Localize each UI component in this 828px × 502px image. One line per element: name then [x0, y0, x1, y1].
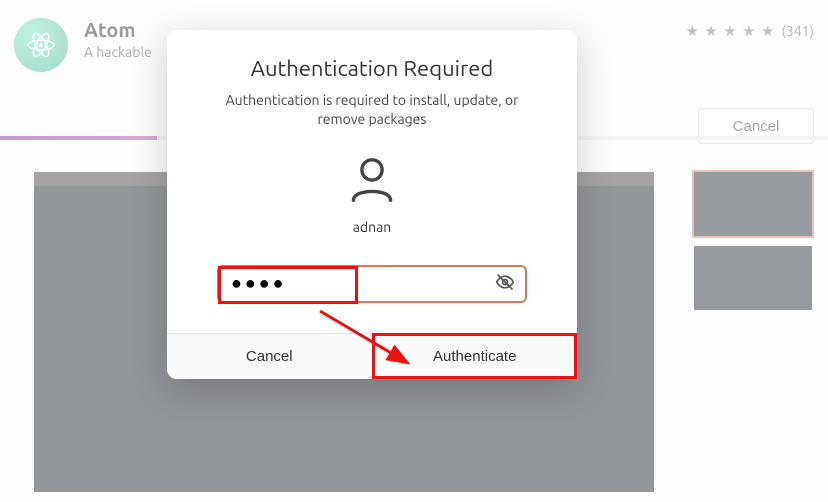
toggle-password-visibility-button[interactable] [485, 267, 525, 301]
eye-off-icon [495, 272, 515, 295]
username-label: adnan [353, 219, 392, 235]
authenticate-button[interactable]: Authenticate [373, 334, 578, 379]
dialog-title: Authentication Required [167, 30, 577, 91]
password-input[interactable] [219, 273, 485, 294]
cancel-button[interactable]: Cancel [167, 334, 373, 379]
auth-dialog: Authentication Required Authentication i… [167, 30, 577, 379]
password-field-wrapper [217, 265, 527, 303]
dialog-subtitle: Authentication is required to install, u… [167, 91, 577, 147]
user-icon [345, 153, 399, 211]
